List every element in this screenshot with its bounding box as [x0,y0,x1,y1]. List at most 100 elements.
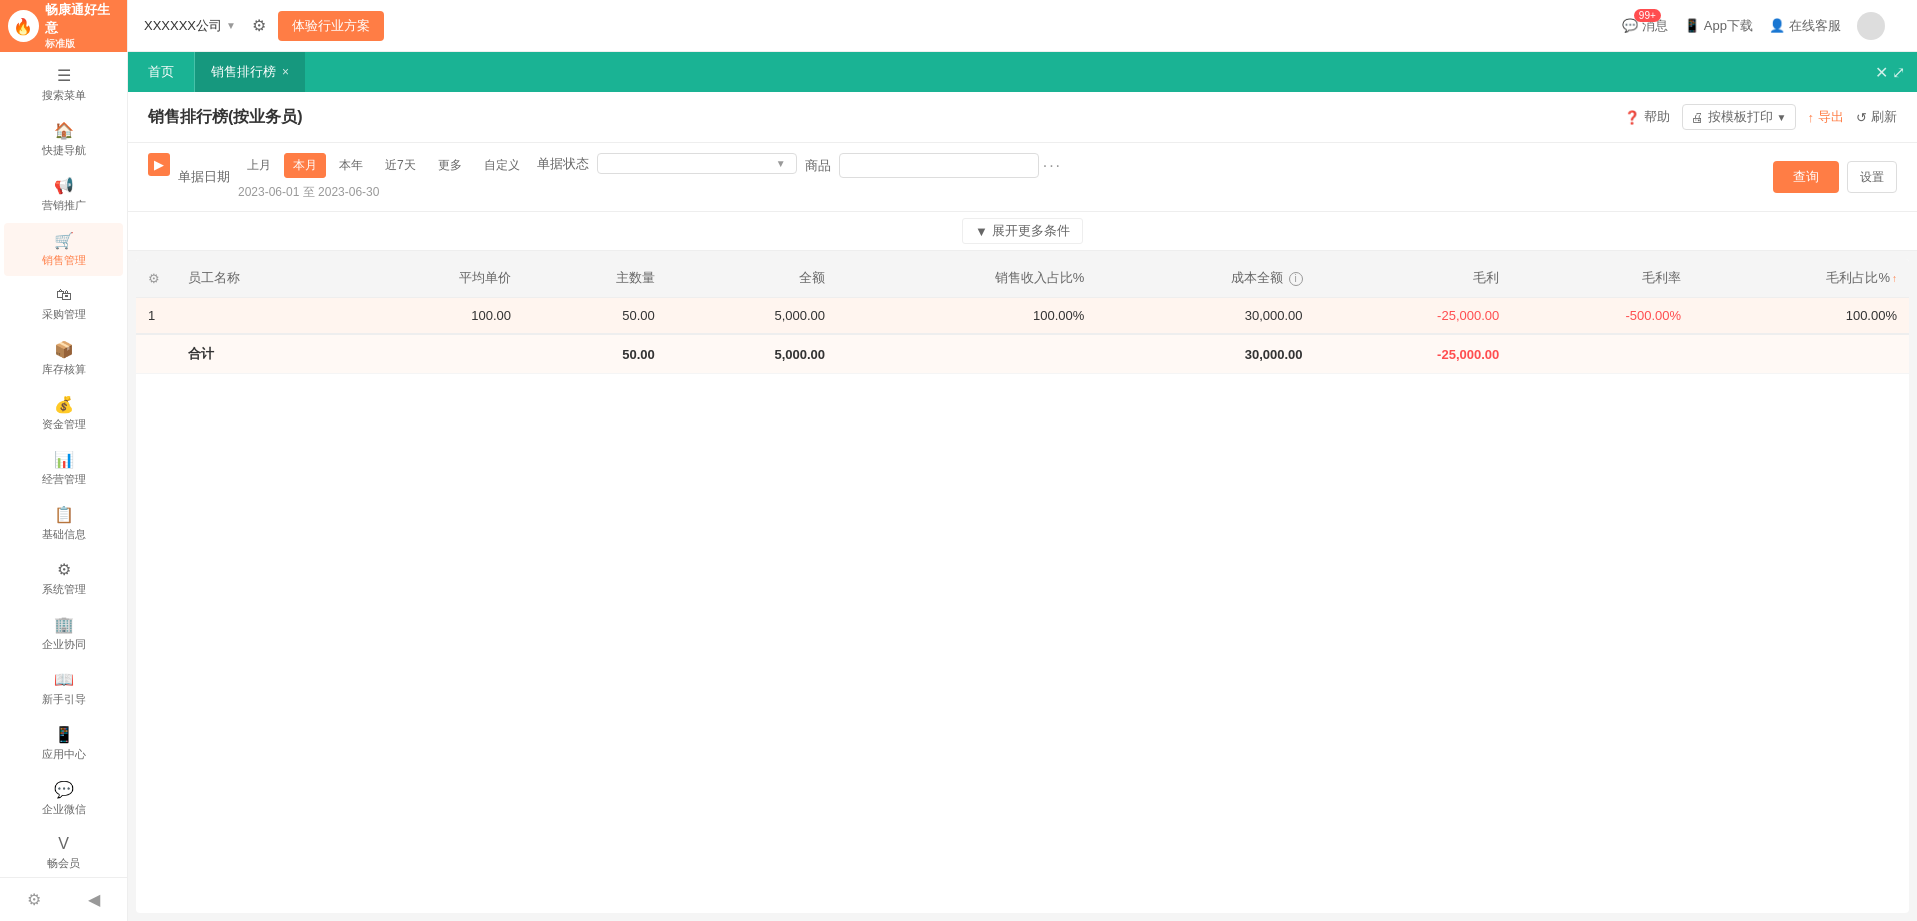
enterprise-icon: 🏢 [54,615,74,634]
print-arrow-icon: ▼ [1777,112,1787,123]
query-button[interactable]: 查询 [1773,161,1839,193]
tab-sales-ranking[interactable]: 销售排行榜 × [195,52,305,92]
sidebar-bottom: ⚙ ◀ [0,877,127,921]
export-icon: ↑ [1808,110,1815,125]
date-btn-自定义[interactable]: 自定义 [475,153,529,178]
sidebar-settings-btn[interactable]: ⚙ [19,886,49,913]
help-button[interactable]: ❓ 帮助 [1624,108,1670,126]
col-settings-icon[interactable]: ⚙ [136,259,176,298]
tab-home-label: 首页 [148,63,174,81]
date-btn-更多[interactable]: 更多 [429,153,471,178]
sidebar-item-marketing[interactable]: 📢营销推广 [4,168,123,221]
filter-left: ▶ 单据日期 上月本月本年近7天更多自定义 2023-06-01 至 2023-… [148,153,1062,201]
sidebar-item-search[interactable]: ☰搜索菜单 [4,58,123,111]
sort-icon[interactable]: ↑ [1892,273,1897,284]
avatar[interactable] [1857,12,1885,40]
status-filter-label: 单据状态 [537,155,589,173]
sidebar-item-inventory[interactable]: 📦库存核算 [4,332,123,385]
cost-info-icon[interactable]: i [1289,272,1303,286]
content-area: 销售排行榜(按业务员) ❓ 帮助 🖨 按模板打印 ▼ ↑ 导出 ↺ 刷新 [128,92,1917,921]
footer-sales-pct [837,334,1096,374]
sidebar-item-purchase[interactable]: 🛍采购管理 [4,278,123,330]
footer-gross-pct [1693,334,1909,374]
sidebar: 🔥 畅康通好生意 标准版 ☰搜索菜单🏠快捷导航📢营销推广🛒销售管理🛍采购管理📦库… [0,0,128,921]
col-header-gross: 毛利 [1315,259,1512,298]
guide-icon: 📖 [54,670,74,689]
system-icon: ⚙ [57,560,71,579]
service-label: 在线客服 [1789,17,1841,35]
expand-chevron-icon: ▼ [975,224,988,239]
app-download-button[interactable]: 📱 App下载 [1684,17,1753,35]
sidebar-item-guide[interactable]: 📖新手引导 [4,662,123,715]
expand-more-button[interactable]: ▼ 展开更多条件 [962,218,1083,244]
date-btn-本月[interactable]: 本月 [284,153,326,178]
company-selector[interactable]: XXXXXX公司 ▼ [144,17,236,35]
table-body: 1100.0050.005,000.00100.00%30,000.00-25,… [136,298,1909,335]
tab-close-icon[interactable]: × [282,65,289,79]
service-icon: 👤 [1769,18,1785,33]
search-icon: ☰ [57,66,71,85]
export-label: 导出 [1818,108,1844,126]
inventory-icon: 📦 [54,340,74,359]
date-range-display: 2023-06-01 至 2023-06-30 [238,184,529,201]
maximize-window-icon[interactable]: ⤢ [1892,63,1905,82]
date-btn-上月[interactable]: 上月 [238,153,280,178]
purchase-icon: 🛍 [56,286,72,304]
tabbar: 首页 销售排行榜 × ✕ ⤢ [128,52,1917,92]
refresh-button[interactable]: ↺ 刷新 [1856,108,1897,126]
tab-home[interactable]: 首页 [128,52,195,92]
data-table-wrapper: ⚙ 员工名称 平均单价 主数量 全额 销售收入占比% 成本全额 i 毛利 毛利率… [136,259,1909,913]
sidebar-item-apps[interactable]: 📱应用中心 [4,717,123,770]
sidebar-item-enterprise[interactable]: 🏢企业协同 [4,607,123,660]
sidebar-item-member[interactable]: V畅会员 [4,827,123,877]
sidebar-item-finance[interactable]: 💰资金管理 [4,387,123,440]
sales-icon: 🛒 [54,231,74,250]
sidebar-item-sales[interactable]: 🛒销售管理 [4,223,123,276]
table-header-row: ⚙ 员工名称 平均单价 主数量 全额 销售收入占比% 成本全额 i 毛利 毛利率… [136,259,1909,298]
topbar: XXXXXX公司 ▼ ⚙ 体验行业方案 💬 消息 99+ 📱 App下载 👤 在… [128,0,1917,52]
operations-icon: 📊 [54,450,74,469]
finance-icon: 💰 [54,395,74,414]
sidebar-item-operations[interactable]: 📊经营管理 [4,442,123,495]
col-header-name: 员工名称 [176,259,349,298]
print-button[interactable]: 🖨 按模板打印 ▼ [1682,104,1796,130]
sidebar-item-basic[interactable]: 📋基础信息 [4,497,123,550]
table-footer-row: 合计 50.00 5,000.00 30,000.00 -25,000.00 [136,334,1909,374]
page-header: 销售排行榜(按业务员) ❓ 帮助 🖨 按模板打印 ▼ ↑ 导出 ↺ 刷新 [128,92,1917,143]
sidebar-item-wechat[interactable]: 💬企业微信 [4,772,123,825]
apps-icon: 📱 [54,725,74,744]
online-service-button[interactable]: 👤 在线客服 [1769,17,1841,35]
export-button[interactable]: ↑ 导出 [1808,108,1845,126]
date-btn-本年[interactable]: 本年 [330,153,372,178]
message-button[interactable]: 💬 消息 99+ [1622,17,1668,35]
tab-sales-ranking-label: 销售排行榜 [211,63,276,81]
member-icon: V [58,835,69,853]
column-settings-button[interactable]: 设置 [1847,161,1897,193]
close-window-icon[interactable]: ✕ [1875,63,1888,82]
app-label: App下载 [1704,17,1753,35]
date-filter-group: 单据日期 上月本月本年近7天更多自定义 2023-06-01 至 2023-06… [178,153,529,201]
goods-more-icon[interactable]: ··· [1043,157,1062,175]
company-arrow-icon: ▼ [226,20,236,31]
col-header-gross-rate: 毛利率 [1511,259,1693,298]
filter-toggle-btn[interactable]: ▶ [148,153,170,176]
app-icon: 📱 [1684,18,1700,33]
sidebar-item-system[interactable]: ⚙系统管理 [4,552,123,605]
col-header-cost: 成本全额 i [1096,259,1314,298]
footer-amount: 5,000.00 [667,334,837,374]
status-select[interactable]: ▼ [597,153,797,174]
table-row: 1100.0050.005,000.00100.00%30,000.00-25,… [136,298,1909,335]
goods-filter-label: 商品 [805,157,831,175]
print-label: 按模板打印 [1708,108,1773,126]
topbar-settings-icon[interactable]: ⚙ [252,16,266,35]
trial-button[interactable]: 体验行业方案 [278,11,384,41]
sidebar-collapse-btn[interactable]: ◀ [80,886,108,913]
sidebar-item-shortcut[interactable]: 🏠快捷导航 [4,113,123,166]
date-btn-近7天[interactable]: 近7天 [376,153,425,178]
col-header-gross-pct: 毛利占比%↑ [1693,259,1909,298]
date-filter-label: 单据日期 [178,168,230,186]
shortcut-icon: 🏠 [54,121,74,140]
goods-filter-group: 商品 ··· [805,153,1062,178]
goods-input[interactable] [839,153,1039,178]
status-select-arrow-icon: ▼ [776,158,786,169]
